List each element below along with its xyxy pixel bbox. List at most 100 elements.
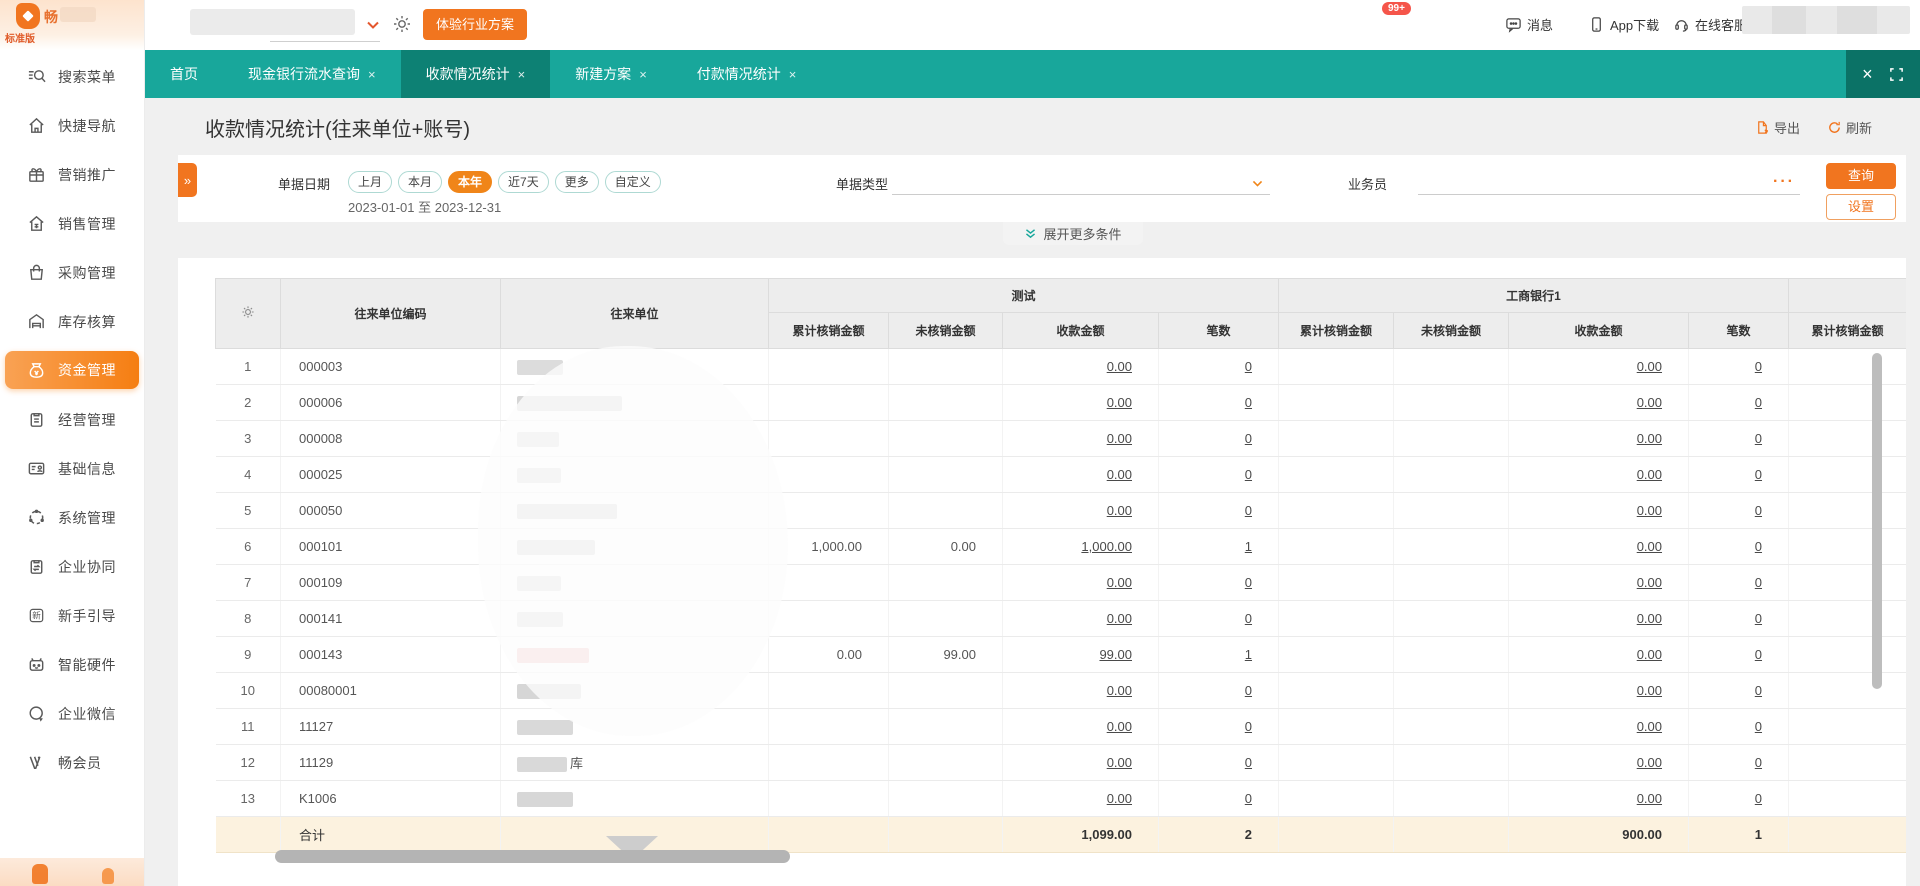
- amount-link[interactable]: 0: [1755, 395, 1762, 410]
- settings-button[interactable]: 设置: [1826, 194, 1896, 220]
- date-chip-本月[interactable]: 本月: [398, 171, 443, 193]
- sidebar-item-新手引导[interactable]: 新 新手引导: [0, 591, 144, 640]
- sidebar-item-库存核算[interactable]: 库存核算: [0, 297, 144, 346]
- date-range-value[interactable]: 2023-01-01 至 2023-12-31: [348, 197, 501, 216]
- sidebar-item-经营管理[interactable]: 经营管理: [0, 395, 144, 444]
- amount-link[interactable]: 0.00: [1107, 395, 1132, 410]
- amount-link[interactable]: 0.00: [1107, 431, 1132, 446]
- amount-link[interactable]: 0.00: [1637, 791, 1662, 806]
- close-icon[interactable]: ×: [639, 68, 647, 81]
- close-icon[interactable]: ×: [789, 68, 797, 81]
- sidebar-item-采购管理[interactable]: 采购管理: [0, 248, 144, 297]
- amount-link[interactable]: 0: [1755, 683, 1762, 698]
- amount-link[interactable]: 0.00: [1107, 719, 1132, 734]
- messages-button[interactable]: 消息: [1505, 15, 1553, 34]
- amount-link[interactable]: 0.00: [1107, 683, 1132, 698]
- amount-link[interactable]: 0: [1755, 791, 1762, 806]
- doc-type-select[interactable]: [892, 169, 1270, 195]
- amount-link[interactable]: 0: [1755, 467, 1762, 482]
- amount-link[interactable]: 0.00: [1107, 575, 1132, 590]
- collapse-filter-button[interactable]: »: [178, 163, 197, 197]
- close-all-icon[interactable]: ×: [1862, 65, 1873, 83]
- amount-link[interactable]: 99.00: [1099, 647, 1132, 662]
- sidebar-item-搜索菜单[interactable]: 搜索菜单: [0, 52, 144, 101]
- gear-icon[interactable]: [392, 14, 412, 34]
- amount-link[interactable]: 0.00: [1637, 503, 1662, 518]
- amount-link[interactable]: 0: [1755, 755, 1762, 770]
- salesman-picker-dots[interactable]: ···: [1773, 173, 1795, 191]
- amount-link[interactable]: 0: [1755, 503, 1762, 518]
- date-chip-自定义[interactable]: 自定义: [604, 171, 661, 193]
- amount-link[interactable]: 0.00: [1637, 647, 1662, 662]
- amount-link[interactable]: 0: [1245, 467, 1252, 482]
- amount-link[interactable]: 0: [1755, 611, 1762, 626]
- amount-link[interactable]: 0.00: [1107, 791, 1132, 806]
- sidebar-item-营销推广[interactable]: 营销推广: [0, 150, 144, 199]
- amount-link[interactable]: 0.00: [1107, 359, 1132, 374]
- amount-link[interactable]: 0.00: [1637, 755, 1662, 770]
- chevron-down-icon[interactable]: [1251, 177, 1264, 190]
- org-selector-redacted[interactable]: [190, 9, 355, 35]
- amount-link[interactable]: 0: [1245, 395, 1252, 410]
- amount-link[interactable]: 0.00: [1637, 395, 1662, 410]
- amount-link[interactable]: 0: [1245, 503, 1252, 518]
- amount-link[interactable]: 0: [1755, 539, 1762, 554]
- amount-link[interactable]: 1,000.00: [1081, 539, 1132, 554]
- amount-link[interactable]: 0: [1755, 647, 1762, 662]
- amount-link[interactable]: 0: [1755, 431, 1762, 446]
- sidebar-item-企业微信[interactable]: 企业微信: [0, 689, 144, 738]
- expand-more-conditions[interactable]: 展开更多条件: [1003, 222, 1143, 245]
- amount-link[interactable]: 0.00: [1107, 503, 1132, 518]
- amount-link[interactable]: 0: [1245, 431, 1252, 446]
- tab-收款情况统计[interactable]: 收款情况统计 ×: [400, 50, 551, 98]
- sidebar-item-畅会员[interactable]: 畅会员: [0, 738, 144, 787]
- chevron-down-icon[interactable]: [365, 17, 381, 33]
- online-service-button[interactable]: 在线客服: [1673, 15, 1747, 34]
- amount-link[interactable]: 0.00: [1637, 359, 1662, 374]
- close-icon[interactable]: ×: [518, 68, 526, 81]
- sidebar-item-企业协同[interactable]: 企业协同: [0, 542, 144, 591]
- amount-link[interactable]: 0.00: [1637, 575, 1662, 590]
- amount-link[interactable]: 0: [1245, 755, 1252, 770]
- sidebar-item-资金管理[interactable]: 资金管理: [5, 351, 139, 389]
- gear-icon[interactable]: [240, 304, 256, 320]
- sidebar-item-快捷导航[interactable]: 快捷导航: [0, 101, 144, 150]
- vertical-scrollbar[interactable]: [1872, 353, 1882, 689]
- horizontal-scrollbar[interactable]: [275, 850, 790, 863]
- industry-solution-button[interactable]: 体验行业方案: [423, 9, 528, 40]
- amount-link[interactable]: 0.00: [1107, 467, 1132, 482]
- amount-link[interactable]: 0: [1755, 359, 1762, 374]
- date-chip-更多[interactable]: 更多: [554, 171, 599, 193]
- salesman-input[interactable]: [1418, 169, 1800, 195]
- export-button[interactable]: 导出: [1755, 118, 1800, 137]
- amount-link[interactable]: 0.00: [1107, 611, 1132, 626]
- amount-link[interactable]: 0.00: [1637, 683, 1662, 698]
- amount-link[interactable]: 0.00: [1107, 755, 1132, 770]
- amount-link[interactable]: 0.00: [1637, 539, 1662, 554]
- sidebar-item-基础信息[interactable]: 基础信息: [0, 444, 144, 493]
- amount-link[interactable]: 0: [1245, 683, 1252, 698]
- date-chip-近7天[interactable]: 近7天: [498, 171, 549, 193]
- sidebar-item-智能硬件[interactable]: 智能硬件: [0, 640, 144, 689]
- close-icon[interactable]: ×: [368, 68, 376, 81]
- amount-link[interactable]: 0.00: [1637, 467, 1662, 482]
- amount-link[interactable]: 0.00: [1637, 431, 1662, 446]
- date-chip-本年[interactable]: 本年: [448, 171, 493, 193]
- tab-新建方案[interactable]: 新建方案 ×: [550, 50, 672, 98]
- tab-付款情况统计[interactable]: 付款情况统计 ×: [672, 50, 822, 98]
- amount-link[interactable]: 0: [1755, 575, 1762, 590]
- query-button[interactable]: 查询: [1826, 163, 1896, 189]
- fullscreen-icon[interactable]: [1889, 67, 1904, 82]
- amount-link[interactable]: 0.00: [1637, 719, 1662, 734]
- amount-link[interactable]: 0: [1245, 791, 1252, 806]
- tab-现金银行流水查询[interactable]: 现金银行流水查询 ×: [223, 50, 401, 98]
- amount-link[interactable]: 1: [1245, 647, 1252, 662]
- amount-link[interactable]: 0: [1245, 719, 1252, 734]
- amount-link[interactable]: 0: [1755, 719, 1762, 734]
- app-download-button[interactable]: App下载: [1588, 15, 1659, 34]
- amount-link[interactable]: 1: [1245, 539, 1252, 554]
- amount-link[interactable]: 0.00: [1637, 611, 1662, 626]
- refresh-button[interactable]: 刷新: [1827, 118, 1872, 137]
- tab-首页[interactable]: 首页: [145, 50, 223, 98]
- amount-link[interactable]: 0: [1245, 575, 1252, 590]
